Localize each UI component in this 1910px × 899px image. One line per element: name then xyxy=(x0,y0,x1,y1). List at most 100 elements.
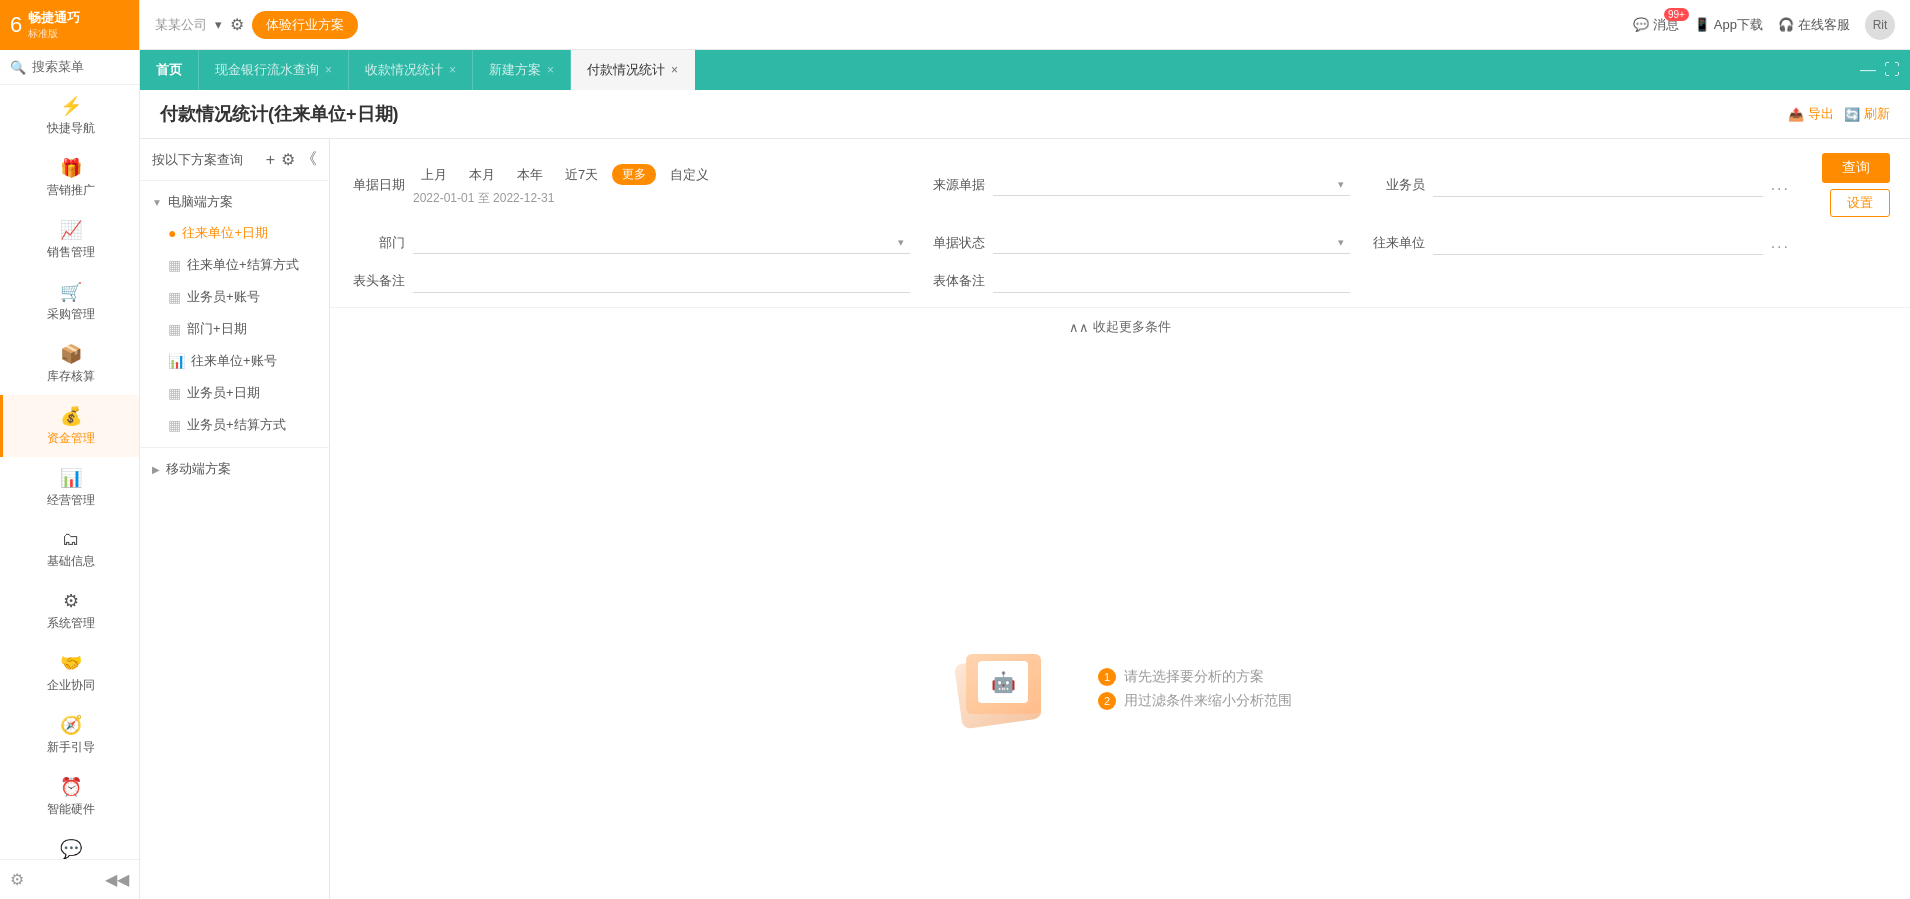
note-header-input[interactable] xyxy=(413,269,910,293)
scheme-settings-btn[interactable]: ⚙ xyxy=(281,150,295,169)
search-label: 搜索菜单 xyxy=(32,58,84,76)
app-title: 某某公司 xyxy=(155,16,207,34)
dept-select-arrow: ▾ xyxy=(898,236,904,249)
scheme-desktop-header[interactable]: ▼ 电脑端方案 xyxy=(140,187,329,217)
note-body-input[interactable] xyxy=(993,269,1350,293)
sidebar-settings-btn[interactable]: ⚙ xyxy=(10,870,24,889)
sidebar-item-marketing[interactable]: 🎁 营销推广 xyxy=(0,147,139,209)
scheme-item-icon-staff-account: ▦ xyxy=(168,289,181,305)
empty-illustration: 🤖 xyxy=(948,639,1068,739)
date-option-last-month[interactable]: 上月 xyxy=(413,164,455,186)
scheme-item-icon-unit-account: 📊 xyxy=(168,353,185,369)
sidebar-item-label: 快捷导航 xyxy=(47,120,95,137)
date-option-custom[interactable]: 自定义 xyxy=(662,164,717,186)
scheme-item-dept-date[interactable]: ▦ 部门+日期 xyxy=(140,313,329,345)
notice-item[interactable]: 💬 消息 99+ xyxy=(1633,16,1679,34)
filter-actions: 查询 设置 xyxy=(1810,153,1890,217)
filter-item-dept: 部门 ▾ xyxy=(350,232,910,254)
scheme-mobile-header[interactable]: ▶ 移动端方案 xyxy=(140,454,329,484)
app-download-item[interactable]: 📱 App下载 xyxy=(1694,16,1763,34)
tab-payment-stats-label: 付款情况统计 xyxy=(587,61,665,79)
sidebar-collapse-btn[interactable]: ◀◀ xyxy=(105,870,129,889)
basic-info-icon: 🗂 xyxy=(62,529,80,550)
scheme-collapse-btn[interactable]: 《 xyxy=(301,149,317,170)
unit-label: 往来单位 xyxy=(1370,234,1425,252)
online-service-item[interactable]: 🎧 在线客服 xyxy=(1778,16,1850,34)
unit-input[interactable] xyxy=(1433,231,1763,255)
tab-bank-flow[interactable]: 现金银行流水查询 × xyxy=(199,50,349,90)
staff-dots[interactable]: ... xyxy=(1771,176,1790,194)
scheme-item-unit-account[interactable]: 📊 往来单位+账号 xyxy=(140,345,329,377)
scheme-item-label-staff-date: 业务员+日期 xyxy=(187,384,260,402)
sidebar-item-label: 库存核算 xyxy=(47,368,95,385)
doc-status-select[interactable]: ▾ xyxy=(993,232,1350,254)
dept-select[interactable]: ▾ xyxy=(413,232,910,254)
sidebar-item-quick-nav[interactable]: ⚡ 快捷导航 xyxy=(0,85,139,147)
unit-dots[interactable]: ... xyxy=(1771,234,1790,252)
date-option-7days[interactable]: 近7天 xyxy=(557,164,606,186)
app-download-label: App下载 xyxy=(1714,16,1763,34)
header-dropdown-icon[interactable]: ▾ xyxy=(215,17,222,32)
sidebar-search[interactable]: 🔍 搜索菜单 xyxy=(0,50,139,85)
scheme-add-btn[interactable]: + xyxy=(266,151,275,169)
scheme-panel-title: 按以下方案查询 xyxy=(152,151,243,169)
tab-payment-stats[interactable]: 付款情况统计 × xyxy=(571,50,695,90)
tab-bank-flow-close[interactable]: × xyxy=(325,63,332,77)
top-header: 某某公司 ▾ ⚙ 体验行业方案 💬 消息 99+ 📱 App下载 🎧 在线客服 … xyxy=(140,0,1910,50)
filter-rows: 单据日期 上月 本月 本年 近7天 更多 自定义 xyxy=(330,139,1910,307)
export-button[interactable]: 📤 导出 xyxy=(1788,105,1834,123)
query-button[interactable]: 查询 xyxy=(1822,153,1890,183)
user-avatar[interactable]: Rit xyxy=(1865,10,1895,40)
tab-bar: 首页 现金银行流水查询 × 收款情况统计 × 新建方案 × 付款情况统计 × —… xyxy=(140,50,1910,90)
sidebar-item-enterprise[interactable]: 🤝 企业协同 xyxy=(0,642,139,704)
tab-new-scheme[interactable]: 新建方案 × xyxy=(473,50,571,90)
trial-button[interactable]: 体验行业方案 xyxy=(252,11,358,39)
sidebar-item-inventory[interactable]: 📦 库存核算 xyxy=(0,333,139,395)
source-select[interactable]: ▾ xyxy=(993,174,1350,196)
tab-payment-stats-close[interactable]: × xyxy=(671,63,678,77)
filter-item-note-body: 表体备注 xyxy=(930,269,1350,293)
tab-new-scheme-label: 新建方案 xyxy=(489,61,541,79)
sidebar-item-label: 销售管理 xyxy=(47,244,95,261)
sidebar-item-weixin[interactable]: 💬 企业微信 xyxy=(0,828,139,859)
header-right: 💬 消息 99+ 📱 App下载 🎧 在线客服 Rit xyxy=(1633,10,1895,40)
header-settings-icon[interactable]: ⚙ xyxy=(230,15,244,34)
sidebar-item-sales[interactable]: 📈 销售管理 xyxy=(0,209,139,271)
scheme-item-unit-date[interactable]: ● 往来单位+日期 xyxy=(140,217,329,249)
sidebar-item-purchase[interactable]: 🛒 采购管理 xyxy=(0,271,139,333)
operation-icon: 📊 xyxy=(60,467,82,489)
refresh-label: 刷新 xyxy=(1864,105,1890,123)
staff-input[interactable] xyxy=(1433,173,1763,197)
sidebar-item-hardware[interactable]: ⏰ 智能硬件 xyxy=(0,766,139,828)
sidebar-item-basic-info[interactable]: 🗂 基础信息 xyxy=(0,519,139,580)
scheme-item-staff-account[interactable]: ▦ 业务员+账号 xyxy=(140,281,329,313)
tab-home[interactable]: 首页 xyxy=(140,50,199,90)
source-select-arrow: ▾ xyxy=(1338,178,1344,191)
sidebar-item-system[interactable]: ⚙ 系统管理 xyxy=(0,580,139,642)
refresh-button[interactable]: 🔄 刷新 xyxy=(1844,105,1890,123)
tab-receivable-close[interactable]: × xyxy=(449,63,456,77)
scheme-item-label-unit-account: 往来单位+账号 xyxy=(191,352,277,370)
date-option-more[interactable]: 更多 xyxy=(612,164,656,185)
collapse-button[interactable]: ∧∧ 收起更多条件 xyxy=(1069,318,1171,336)
sidebar-item-label: 系统管理 xyxy=(47,615,95,632)
tab-new-scheme-close[interactable]: × xyxy=(547,63,554,77)
tab-expand-btn[interactable]: ⛶ xyxy=(1884,61,1900,79)
settings-button[interactable]: 设置 xyxy=(1830,189,1890,217)
empty-tip-1-text: 请先选择要分析的方案 xyxy=(1124,668,1264,686)
date-option-this-month[interactable]: 本月 xyxy=(461,164,503,186)
sidebar-item-label: 采购管理 xyxy=(47,306,95,323)
tab-receivable[interactable]: 收款情况统计 × xyxy=(349,50,473,90)
scheme-item-staff-payment[interactable]: ▦ 业务员+结算方式 xyxy=(140,409,329,441)
tab-minimize-btn[interactable]: — xyxy=(1860,61,1876,79)
sidebar-item-guide[interactable]: 🧭 新手引导 xyxy=(0,704,139,766)
online-service-label: 在线客服 xyxy=(1798,16,1850,34)
date-option-this-year[interactable]: 本年 xyxy=(509,164,551,186)
scheme-item-unit-payment[interactable]: ▦ 往来单位+结算方式 xyxy=(140,249,329,281)
staff-label: 业务员 xyxy=(1370,176,1425,194)
sidebar-item-fund[interactable]: 💰 资金管理 xyxy=(0,395,139,457)
search-icon: 🔍 xyxy=(10,60,26,75)
sidebar-item-operation[interactable]: 📊 经营管理 xyxy=(0,457,139,519)
scheme-item-staff-date[interactable]: ▦ 业务员+日期 xyxy=(140,377,329,409)
scheme-panel-tools: + ⚙ 《 xyxy=(266,149,317,170)
